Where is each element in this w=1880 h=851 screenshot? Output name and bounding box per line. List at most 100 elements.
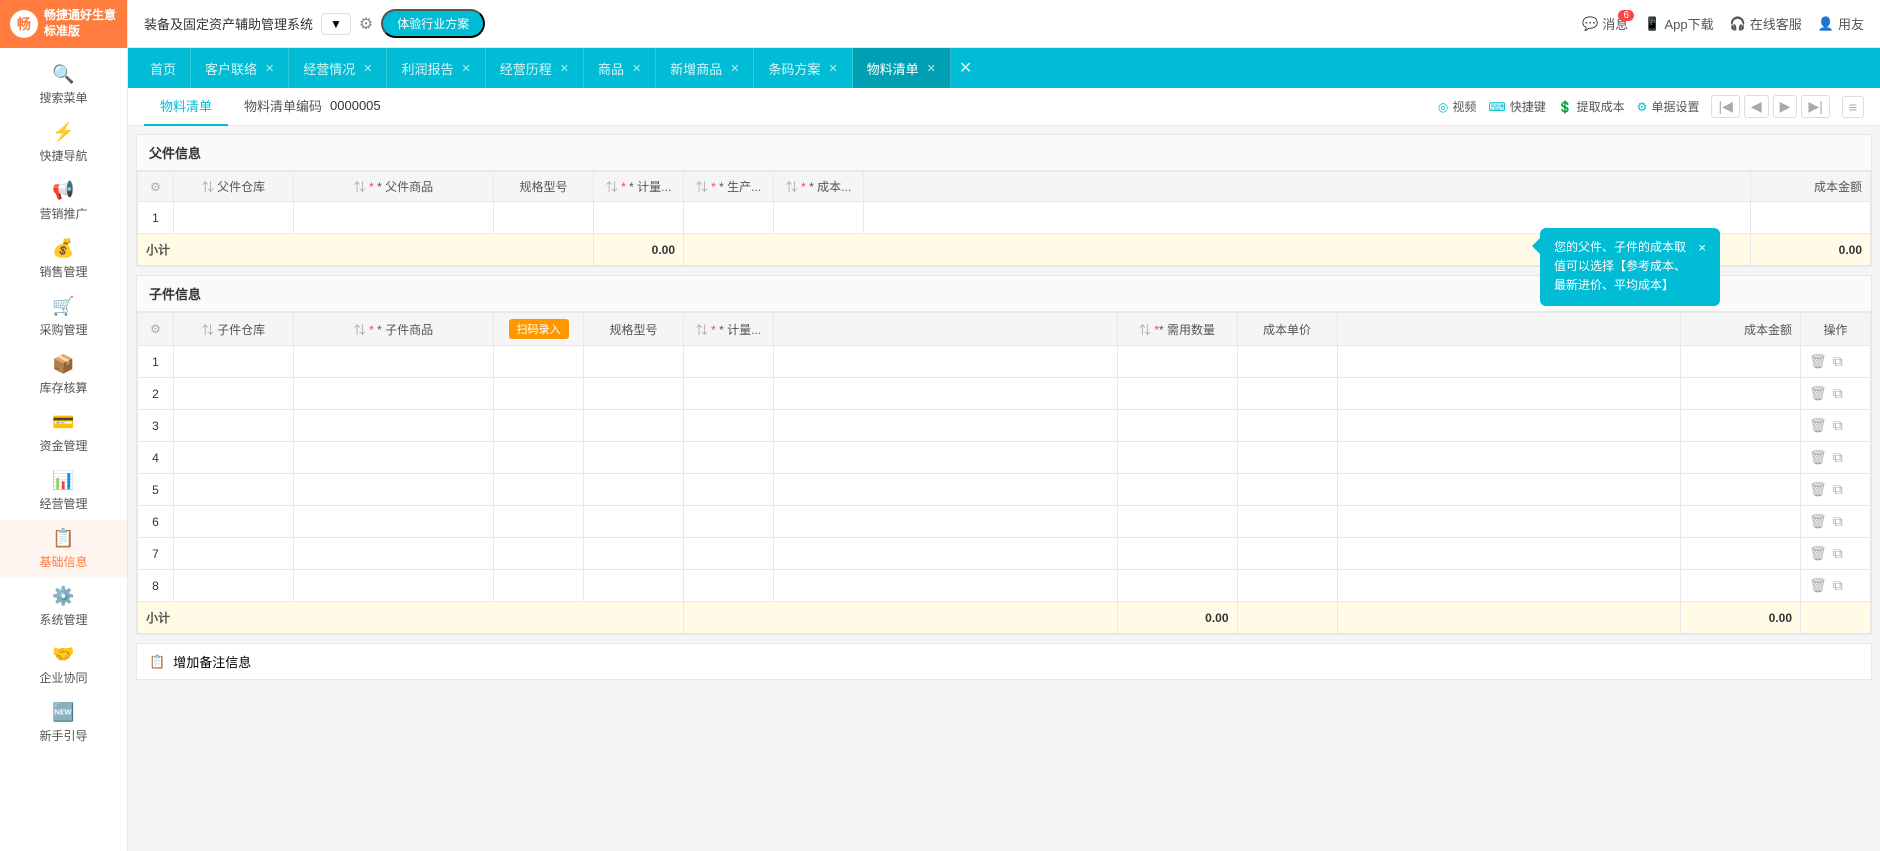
child-copy-2[interactable]: ⧉ bbox=[1833, 385, 1843, 402]
child-delete-7[interactable]: 🗑 bbox=[1809, 545, 1827, 562]
child-delete-4[interactable]: 🗑 bbox=[1809, 449, 1827, 466]
child-delete-5[interactable]: 🗑 bbox=[1809, 481, 1827, 498]
nav-tab-close-new_goods[interactable]: ✕ bbox=[730, 62, 739, 75]
sidebar-item-search[interactable]: 🔍搜索菜单 bbox=[0, 56, 127, 114]
nav-tab-close-profit[interactable]: ✕ bbox=[462, 62, 471, 75]
child-warehouse-3[interactable] bbox=[174, 410, 294, 442]
child-delete-6[interactable]: 🗑 bbox=[1809, 513, 1827, 530]
child-unitcost-6[interactable] bbox=[1237, 506, 1337, 538]
parent-spec-1[interactable] bbox=[494, 202, 594, 234]
child-unit-7[interactable] bbox=[684, 538, 774, 570]
child-product-4[interactable] bbox=[294, 442, 494, 474]
child-scan-3[interactable] bbox=[494, 410, 584, 442]
child-copy-1[interactable]: ⧉ bbox=[1833, 353, 1843, 370]
nav-tab-close-history[interactable]: ✕ bbox=[560, 62, 569, 75]
child-copy-3[interactable]: ⧉ bbox=[1833, 417, 1843, 434]
child-unit-1[interactable] bbox=[684, 346, 774, 378]
sub-tab-bom-code[interactable]: 物料清单编码 0000005 bbox=[228, 88, 397, 126]
parent-cost-1[interactable] bbox=[774, 202, 864, 234]
bottom-text[interactable]: 增加备注信息 bbox=[173, 652, 251, 671]
sidebar-item-basic[interactable]: 📋基础信息 bbox=[0, 520, 127, 578]
child-unit-3[interactable] bbox=[684, 410, 774, 442]
child-qty-6[interactable] bbox=[1117, 506, 1237, 538]
nav-tab-close-customer[interactable]: ✕ bbox=[265, 62, 274, 75]
child-unit-8[interactable] bbox=[684, 570, 774, 602]
child-product-6[interactable] bbox=[294, 506, 494, 538]
nav-tab-bom[interactable]: 物料清单✕ bbox=[853, 48, 951, 88]
parent-unit-1[interactable] bbox=[594, 202, 684, 234]
nav-next[interactable]: ▶ bbox=[1773, 95, 1798, 118]
child-qty-7[interactable] bbox=[1117, 538, 1237, 570]
child-warehouse-4[interactable] bbox=[174, 442, 294, 474]
child-unitcost-2[interactable] bbox=[1237, 378, 1337, 410]
child-spec-7[interactable] bbox=[584, 538, 684, 570]
parent-warehouse-1[interactable] bbox=[174, 202, 294, 234]
child-warehouse-2[interactable] bbox=[174, 378, 294, 410]
child-copy-4[interactable]: ⧉ bbox=[1833, 449, 1843, 466]
single-settings-action[interactable]: ⚙ 单据设置 bbox=[1637, 98, 1700, 115]
child-spec-3[interactable] bbox=[584, 410, 684, 442]
child-unit-6[interactable] bbox=[684, 506, 774, 538]
child-product-8[interactable] bbox=[294, 570, 494, 602]
child-product-3[interactable] bbox=[294, 410, 494, 442]
child-th-settings[interactable]: ⚙ bbox=[138, 313, 174, 346]
child-unitcost-7[interactable] bbox=[1237, 538, 1337, 570]
child-copy-8[interactable]: ⧉ bbox=[1833, 577, 1843, 594]
child-scan-8[interactable] bbox=[494, 570, 584, 602]
child-scan-7[interactable] bbox=[494, 538, 584, 570]
sidebar-item-marketing[interactable]: 📢营销推广 bbox=[0, 172, 127, 230]
child-qty-2[interactable] bbox=[1117, 378, 1237, 410]
child-copy-7[interactable]: ⧉ bbox=[1833, 545, 1843, 562]
settings-icon[interactable]: ⚙ bbox=[359, 14, 373, 34]
child-scan-5[interactable] bbox=[494, 474, 584, 506]
sidebar-item-quicknav[interactable]: ⚡快捷导航 bbox=[0, 114, 127, 172]
shortcut-action[interactable]: ⌨ 快捷键 bbox=[1488, 98, 1545, 115]
message-badge[interactable]: 💬 消息 6 bbox=[1582, 14, 1628, 33]
child-qty-1[interactable] bbox=[1117, 346, 1237, 378]
close-all-icon[interactable]: ✕ bbox=[959, 58, 972, 78]
child-copy-5[interactable]: ⧉ bbox=[1833, 481, 1843, 498]
child-unit-5[interactable] bbox=[684, 474, 774, 506]
child-qty-8[interactable] bbox=[1117, 570, 1237, 602]
sidebar-item-operations[interactable]: 📊经营管理 bbox=[0, 462, 127, 520]
child-unitcost-3[interactable] bbox=[1237, 410, 1337, 442]
tooltip-close-icon[interactable]: × bbox=[1698, 238, 1706, 259]
child-spec-6[interactable] bbox=[584, 506, 684, 538]
system-select[interactable]: ▼ bbox=[321, 13, 351, 35]
parent-th-settings[interactable]: ⚙ bbox=[138, 172, 174, 202]
nav-tab-close-bom[interactable]: ✕ bbox=[927, 62, 936, 75]
nav-tab-goods[interactable]: 商品✕ bbox=[584, 48, 656, 88]
child-spec-8[interactable] bbox=[584, 570, 684, 602]
nav-tab-profit[interactable]: 利润报告✕ bbox=[387, 48, 485, 88]
nav-tab-close-operations[interactable]: ✕ bbox=[363, 62, 372, 75]
child-warehouse-7[interactable] bbox=[174, 538, 294, 570]
nav-last[interactable]: ▶| bbox=[1801, 95, 1829, 118]
sidebar-item-guide[interactable]: 🆕新手引导 bbox=[0, 694, 127, 752]
child-qty-3[interactable] bbox=[1117, 410, 1237, 442]
sub-tab-bom-list[interactable]: 物料清单 bbox=[144, 88, 228, 126]
child-unitcost-1[interactable] bbox=[1237, 346, 1337, 378]
child-qty-5[interactable] bbox=[1117, 474, 1237, 506]
view-action[interactable]: ◎ 视频 bbox=[1438, 98, 1477, 115]
child-warehouse-5[interactable] bbox=[174, 474, 294, 506]
sidebar-item-inventory[interactable]: 📦库存核算 bbox=[0, 346, 127, 404]
child-spec-1[interactable] bbox=[584, 346, 684, 378]
child-scan-4[interactable] bbox=[494, 442, 584, 474]
child-unitcost-5[interactable] bbox=[1237, 474, 1337, 506]
child-scan-2[interactable] bbox=[494, 378, 584, 410]
child-warehouse-8[interactable] bbox=[174, 570, 294, 602]
child-warehouse-1[interactable] bbox=[174, 346, 294, 378]
child-scan-1[interactable] bbox=[494, 346, 584, 378]
child-warehouse-6[interactable] bbox=[174, 506, 294, 538]
child-unitcost-4[interactable] bbox=[1237, 442, 1337, 474]
child-delete-2[interactable]: 🗑 bbox=[1809, 385, 1827, 402]
child-spec-5[interactable] bbox=[584, 474, 684, 506]
child-delete-8[interactable]: 🗑 bbox=[1809, 577, 1827, 594]
nav-first[interactable]: |◀ bbox=[1711, 95, 1739, 118]
nav-tab-operations[interactable]: 经营情况✕ bbox=[289, 48, 387, 88]
child-scan-6[interactable] bbox=[494, 506, 584, 538]
sidebar-item-purchase[interactable]: 🛒采购管理 bbox=[0, 288, 127, 346]
nav-tab-customer[interactable]: 客户联络✕ bbox=[191, 48, 289, 88]
child-delete-3[interactable]: 🗑 bbox=[1809, 417, 1827, 434]
child-product-7[interactable] bbox=[294, 538, 494, 570]
